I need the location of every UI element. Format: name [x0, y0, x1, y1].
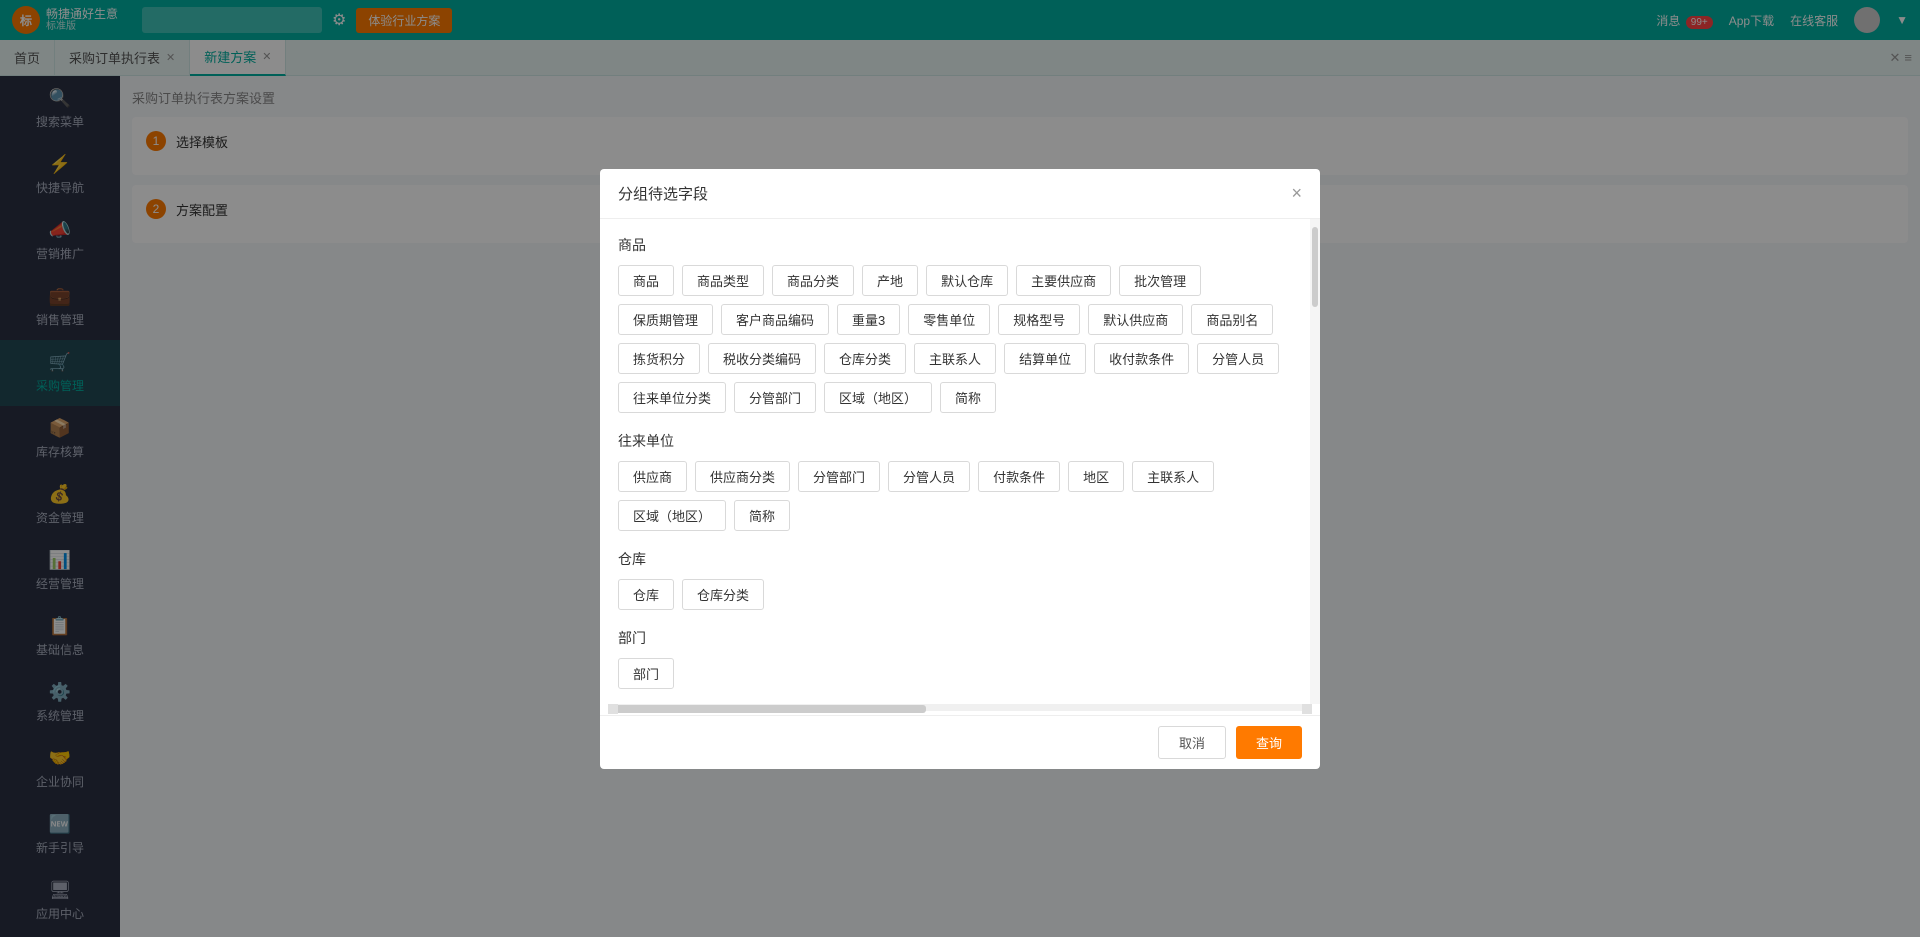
- modal-body: 商品商品商品类型商品分类产地默认仓库主要供应商批次管理保质期管理客户商品编码重量…: [600, 219, 1310, 704]
- cancel-button[interactable]: 取消: [1158, 726, 1226, 759]
- field-tag[interactable]: 结算单位: [1004, 343, 1086, 374]
- field-tag[interactable]: 收付款条件: [1094, 343, 1189, 374]
- field-tag[interactable]: 仓库: [618, 579, 674, 610]
- vscroll-thumb[interactable]: [1312, 227, 1318, 307]
- field-tag[interactable]: 往来单位分类: [618, 382, 726, 413]
- field-tag[interactable]: 主联系人: [1132, 461, 1214, 492]
- field-tags: 供应商供应商分类分管部门分管人员付款条件地区主联系人区域（地区） 简称: [618, 461, 1292, 531]
- field-tag[interactable]: 简称: [734, 500, 790, 531]
- modal-close-btn[interactable]: ×: [1291, 184, 1302, 202]
- section-title: 仓库: [618, 549, 1292, 569]
- field-tag[interactable]: 产地: [862, 265, 918, 296]
- field-tags: 仓库仓库分类: [618, 579, 1292, 610]
- field-tag[interactable]: 主要供应商: [1016, 265, 1111, 296]
- modal-overlay: 分组待选字段 × 商品商品商品类型商品分类产地默认仓库主要供应商批次管理保质期管…: [0, 0, 1920, 937]
- field-tag[interactable]: 保质期管理: [618, 304, 713, 335]
- modal-header: 分组待选字段 ×: [600, 169, 1320, 219]
- field-tag[interactable]: 规格型号: [998, 304, 1080, 335]
- field-tag[interactable]: 分管人员: [888, 461, 970, 492]
- field-tag[interactable]: 供应商分类: [695, 461, 790, 492]
- section-title: 商品: [618, 235, 1292, 255]
- field-tag[interactable]: 分管部门: [798, 461, 880, 492]
- section-title: 部门: [618, 628, 1292, 648]
- hscroll-left-btn[interactable]: [608, 704, 618, 714]
- field-select-modal: 分组待选字段 × 商品商品商品类型商品分类产地默认仓库主要供应商批次管理保质期管…: [600, 169, 1320, 769]
- field-section-往来单位: 往来单位供应商供应商分类分管部门分管人员付款条件地区主联系人区域（地区） 简称: [618, 431, 1292, 531]
- field-section-商品: 商品商品商品类型商品分类产地默认仓库主要供应商批次管理保质期管理客户商品编码重量…: [618, 235, 1292, 413]
- confirm-button[interactable]: 查询: [1236, 726, 1302, 759]
- field-tag[interactable]: 客户商品编码: [721, 304, 829, 335]
- field-tag[interactable]: 部门: [618, 658, 674, 689]
- field-tag[interactable]: 仓库分类: [682, 579, 764, 610]
- field-tag[interactable]: 区域（地区）: [824, 382, 932, 413]
- field-tag[interactable]: 商品: [618, 265, 674, 296]
- modal-footer: 取消 查询: [600, 715, 1320, 769]
- field-tag[interactable]: 默认供应商: [1088, 304, 1183, 335]
- field-tag[interactable]: 商品类型: [682, 265, 764, 296]
- modal-title: 分组待选字段: [618, 183, 708, 204]
- section-title: 往来单位: [618, 431, 1292, 451]
- field-tag[interactable]: 简称: [940, 382, 996, 413]
- field-tag[interactable]: 地区: [1068, 461, 1124, 492]
- field-tag[interactable]: 主联系人: [914, 343, 996, 374]
- field-tag[interactable]: 商品分类: [772, 265, 854, 296]
- field-tag[interactable]: 商品别名: [1191, 304, 1273, 335]
- field-tags: 商品商品类型商品分类产地默认仓库主要供应商批次管理保质期管理客户商品编码重量3 零…: [618, 265, 1292, 413]
- field-section-部门: 部门部门: [618, 628, 1292, 689]
- field-tag[interactable]: 供应商: [618, 461, 687, 492]
- field-tag[interactable]: 区域（地区）: [618, 500, 726, 531]
- field-tag[interactable]: 税收分类编码: [708, 343, 816, 374]
- field-tags: 部门: [618, 658, 1292, 689]
- field-tag[interactable]: 拣货积分: [618, 343, 700, 374]
- field-tag[interactable]: 仓库分类: [824, 343, 906, 374]
- field-tag[interactable]: 默认仓库: [926, 265, 1008, 296]
- field-tag[interactable]: 分管部门: [734, 382, 816, 413]
- hscroll-right-btn[interactable]: [1302, 704, 1312, 714]
- field-tag[interactable]: 分管人员: [1197, 343, 1279, 374]
- field-section-仓库: 仓库仓库仓库分类: [618, 549, 1292, 610]
- field-tag[interactable]: 零售单位: [908, 304, 990, 335]
- hscroll-thumb[interactable]: [609, 705, 926, 713]
- field-tag[interactable]: 批次管理: [1119, 265, 1201, 296]
- field-tag[interactable]: 付款条件: [978, 461, 1060, 492]
- field-tag[interactable]: 重量3: [837, 304, 900, 335]
